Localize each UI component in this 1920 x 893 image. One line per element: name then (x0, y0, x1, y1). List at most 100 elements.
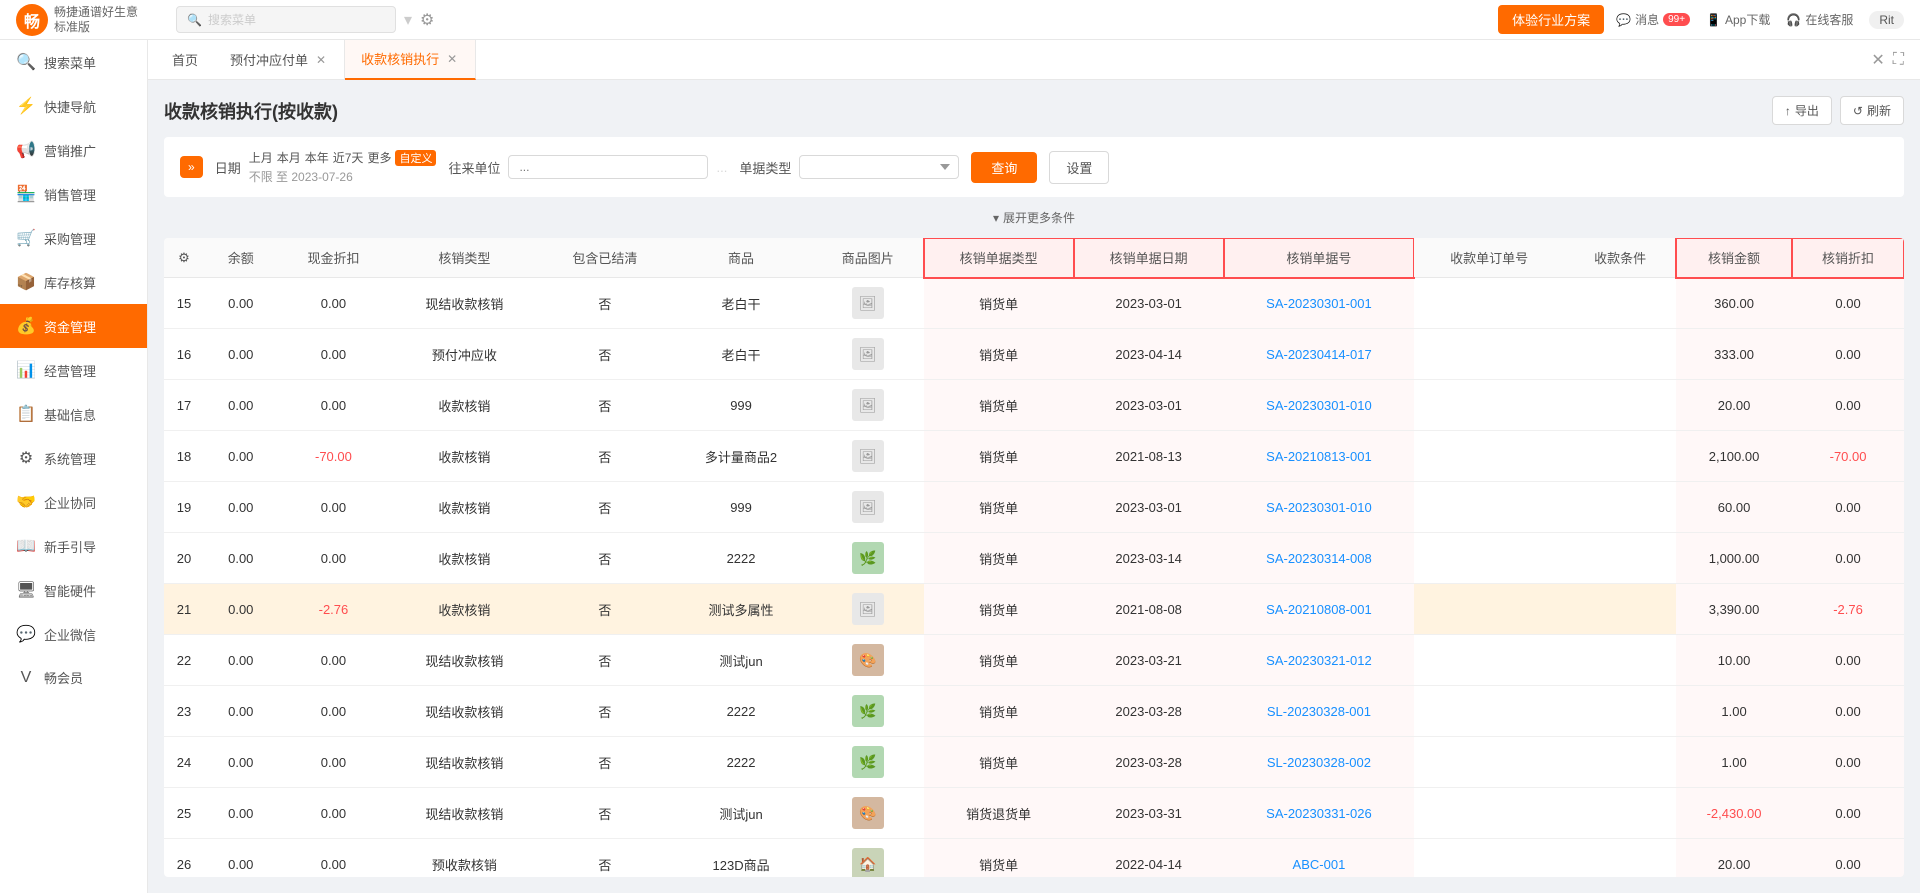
sidebar-item-enterprise[interactable]: 🤝 企业协同 (0, 480, 147, 524)
col-header-write-off-discount: 核销折扣 (1792, 238, 1904, 278)
date-more[interactable]: 更多 (367, 149, 391, 166)
cell-voucher-no[interactable]: SL-20230328-002 (1224, 737, 1415, 788)
tab-close-icon[interactable]: ✕ (1871, 50, 1884, 70)
cell-voucher-date: 2023-03-28 (1074, 686, 1224, 737)
cell-cash-discount: -2.76 (278, 584, 390, 635)
cell-voucher-no[interactable]: SA-20230414-017 (1224, 329, 1415, 380)
col-header-gear[interactable]: ⚙ (164, 238, 204, 278)
cell-balance: 0.00 (204, 839, 278, 878)
filter-expand-button[interactable]: » (180, 156, 203, 178)
cell-receipt-order-no (1414, 839, 1564, 878)
online-service-btn[interactable]: 🎧 在线客服 (1786, 11, 1853, 28)
date-last-month[interactable]: 上月 (249, 149, 273, 166)
cell-voucher-no[interactable]: SA-20230301-010 (1224, 380, 1415, 431)
voucher-no-link[interactable]: SA-20230321-012 (1266, 653, 1372, 668)
sidebar-item-inventory[interactable]: 📦 库存核算 (0, 260, 147, 304)
cell-id: 17 (164, 380, 204, 431)
solution-button[interactable]: 体验行业方案 (1498, 5, 1604, 34)
setting-button[interactable]: 设置 (1049, 151, 1109, 184)
shortcut-icon: ⚡ (16, 96, 36, 116)
table-row: 23 0.00 0.00 现结收款核销 否 2222 🌿 销货单 2023-03… (164, 686, 1904, 737)
cell-id: 26 (164, 839, 204, 878)
voucher-no-link[interactable]: SA-20230301-010 (1266, 500, 1372, 515)
cell-voucher-no[interactable]: SA-20230321-012 (1224, 635, 1415, 686)
cell-write-off-amount: 2,100.00 (1676, 431, 1792, 482)
sidebar-item-wechat[interactable]: 💬 企业微信 (0, 612, 147, 656)
sidebar-item-marketing[interactable]: 📢 营销推广 (0, 128, 147, 172)
tab-home[interactable]: 首页 (156, 40, 214, 80)
search-icon: 🔍 (187, 13, 202, 27)
col-header-cash-discount: 现金折扣 (278, 238, 390, 278)
table-row: 19 0.00 0.00 收款核销 否 999 🖼 销货单 2023-03-01… (164, 482, 1904, 533)
dropdown-arrow-icon[interactable]: ▾ (404, 10, 412, 30)
voucher-no-link[interactable]: ABC-001 (1293, 857, 1346, 872)
sidebar-item-search[interactable]: 🔍 搜索菜单 (0, 40, 147, 84)
voucher-no-link[interactable]: SA-20230314-008 (1266, 551, 1372, 566)
cell-voucher-no[interactable]: SA-20210808-001 (1224, 584, 1415, 635)
cell-goods: 老白干 (670, 278, 812, 329)
cell-voucher-no[interactable]: SA-20230301-010 (1224, 482, 1415, 533)
voucher-no-link[interactable]: SA-20230301-001 (1266, 296, 1372, 311)
cell-goods: 测试多属性 (670, 584, 812, 635)
voucher-no-link[interactable]: SA-20210813-001 (1266, 449, 1372, 464)
counterpart-input[interactable] (508, 155, 708, 179)
cell-write-off-discount: 0.00 (1792, 533, 1904, 584)
cell-write-off-type: 预收款核销 (389, 839, 539, 878)
cell-receipt-order-no (1414, 380, 1564, 431)
voucher-no-link[interactable]: SA-20230414-017 (1266, 347, 1372, 362)
gear-settings-icon[interactable]: ⚙ (420, 10, 434, 30)
cell-includes-settled: 否 (539, 482, 670, 533)
goods-image-thumb: 🖼 (852, 440, 884, 472)
sidebar-item-system[interactable]: ⚙ 系统管理 (0, 436, 147, 480)
tab-expand-icon[interactable]: ⛶ (1893, 51, 1904, 69)
cell-voucher-no[interactable]: SA-20210813-001 (1224, 431, 1415, 482)
export-button[interactable]: ↑ 导出 (1772, 96, 1832, 125)
cell-id: 24 (164, 737, 204, 788)
voucher-no-link[interactable]: SA-20230301-010 (1266, 398, 1372, 413)
sidebar-item-basic[interactable]: 📋 基础信息 (0, 392, 147, 436)
user-avatar[interactable]: Rit (1869, 11, 1904, 29)
voucher-no-link[interactable]: SL-20230328-002 (1267, 755, 1371, 770)
cell-receipt-condition (1564, 635, 1676, 686)
cell-voucher-no[interactable]: SA-20230301-001 (1224, 278, 1415, 329)
cell-write-off-amount: 333.00 (1676, 329, 1792, 380)
sidebar-item-purchase[interactable]: 🛒 采购管理 (0, 216, 147, 260)
sidebar-item-finance[interactable]: 💰 资金管理 (0, 304, 147, 348)
cell-voucher-type: 销货单 (924, 686, 1074, 737)
voucher-no-link[interactable]: SL-20230328-001 (1267, 704, 1371, 719)
table-row: 17 0.00 0.00 收款核销 否 999 🖼 销货单 2023-03-01… (164, 380, 1904, 431)
sidebar-item-operations[interactable]: 📊 经营管理 (0, 348, 147, 392)
voucher-no-link[interactable]: SA-20210808-001 (1266, 602, 1372, 617)
sidebar-item-sales[interactable]: 🏪 销售管理 (0, 172, 147, 216)
cell-voucher-type: 销货单 (924, 839, 1074, 878)
date-last-7days[interactable]: 近7天 (333, 149, 364, 166)
cell-write-off-amount: 1,000.00 (1676, 533, 1792, 584)
sidebar-item-hardware[interactable]: 🖥 智能硬件 (0, 568, 147, 612)
cell-receipt-condition (1564, 278, 1676, 329)
voucher-type-select[interactable] (799, 155, 959, 179)
voucher-no-link[interactable]: SA-20230331-026 (1266, 806, 1372, 821)
refresh-button[interactable]: ↺ 刷新 (1840, 96, 1904, 125)
cell-voucher-no[interactable]: SA-20230314-008 (1224, 533, 1415, 584)
cell-voucher-no[interactable]: SA-20230331-026 (1224, 788, 1415, 839)
message-btn[interactable]: 💬 消息 99+ (1616, 11, 1690, 28)
cell-voucher-no[interactable]: SL-20230328-001 (1224, 686, 1415, 737)
cell-goods: 123D商品 (670, 839, 812, 878)
gear-column-icon[interactable]: ⚙ (178, 250, 190, 265)
cell-voucher-no[interactable]: ABC-001 (1224, 839, 1415, 878)
date-this-month[interactable]: 本月 (277, 149, 301, 166)
expand-more-btn[interactable]: ▾ 展开更多条件 (164, 209, 1904, 226)
query-button[interactable]: 查询 (971, 152, 1037, 183)
sidebar-item-shortcut[interactable]: ⚡ 快捷导航 (0, 84, 147, 128)
tab-collection[interactable]: 收款核销执行 ✕ (345, 40, 476, 80)
tab-prepay-close[interactable]: ✕ (314, 51, 328, 69)
tab-collection-close[interactable]: ✕ (445, 50, 459, 68)
date-this-year[interactable]: 本年 (305, 149, 329, 166)
app-download-btn[interactable]: 📱 App下载 (1706, 11, 1770, 28)
tab-prepay[interactable]: 预付冲应付单 ✕ (214, 40, 345, 80)
inventory-icon: 📦 (16, 272, 36, 292)
sidebar-item-guide[interactable]: 📖 新手引导 (0, 524, 147, 568)
cell-voucher-date: 2023-03-21 (1074, 635, 1224, 686)
date-custom-badge[interactable]: 自定义 (395, 150, 436, 166)
sidebar-item-member[interactable]: V 畅会员 (0, 656, 147, 699)
